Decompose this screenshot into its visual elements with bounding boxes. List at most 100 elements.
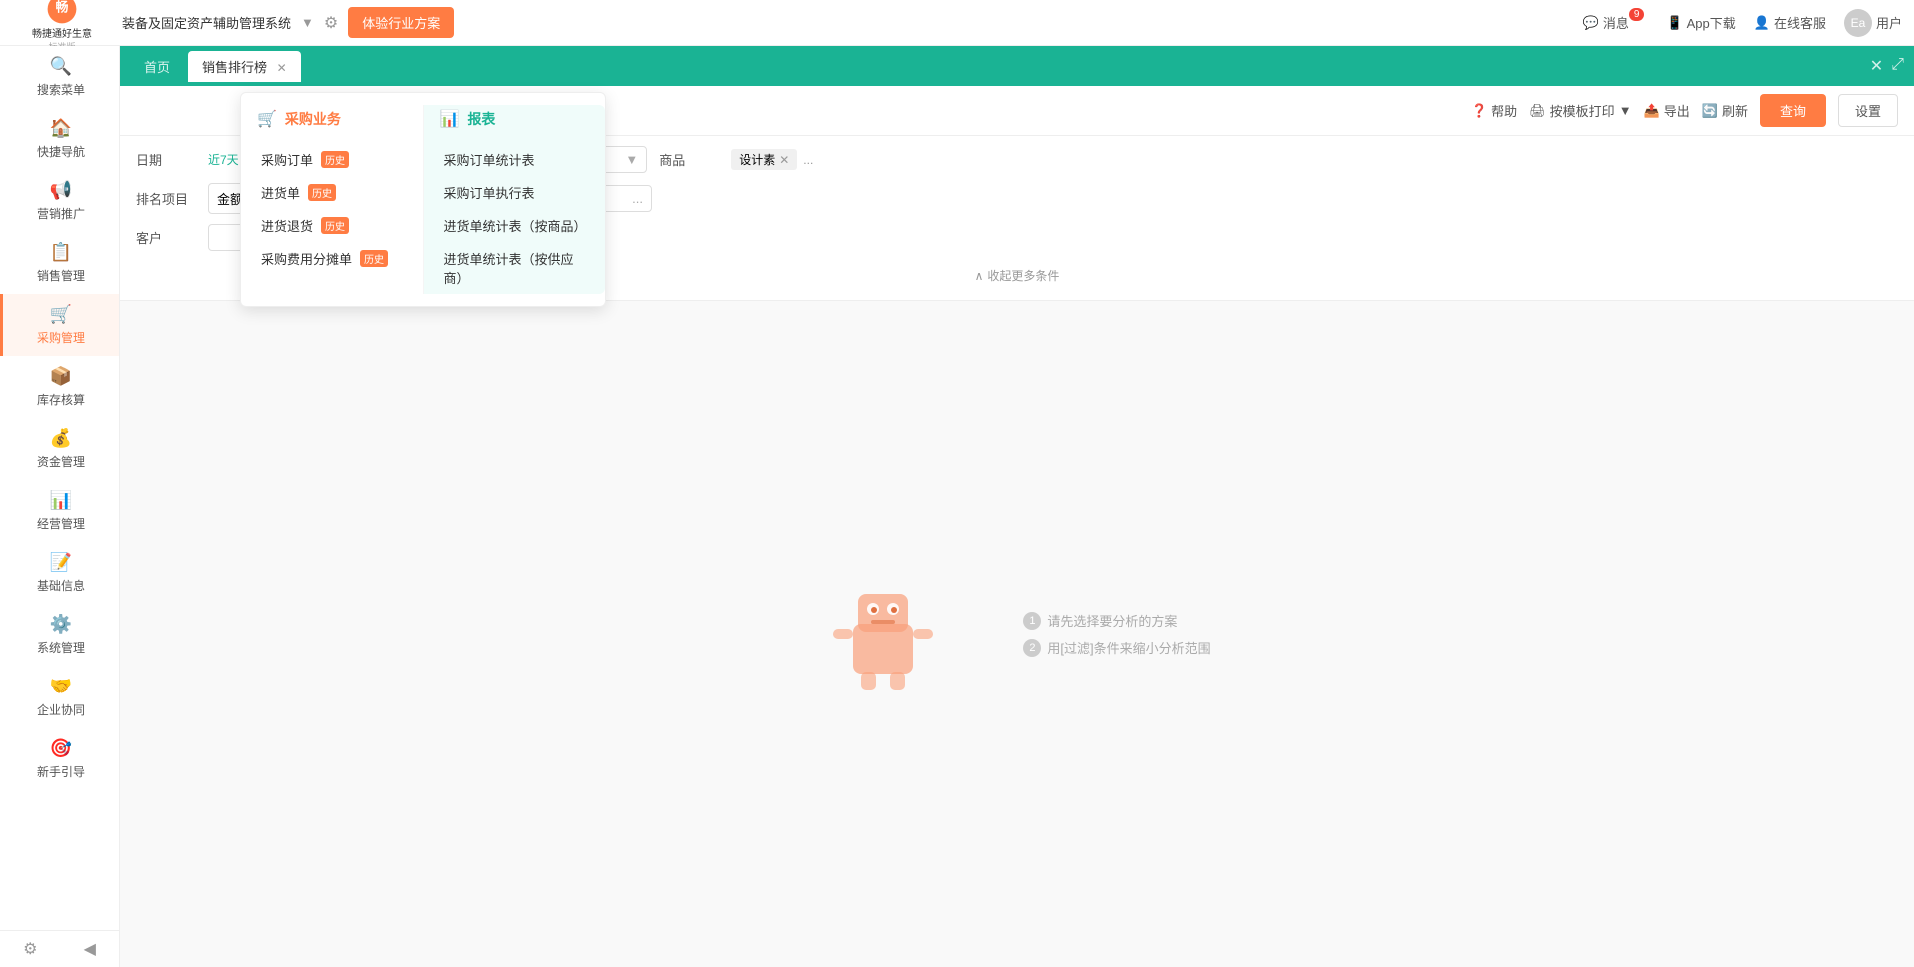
logo-icon: 畅 [46,0,78,25]
main-layout: 🔍 搜索菜单 🏠 快捷导航 📢 营销推广 📋 销售管理 🛒 采购管理 📦 库存核… [0,46,1914,967]
enterprise-icon: 🤝 [50,676,72,697]
tab-sales-rank[interactable]: 销售排行榜 ✕ [188,51,301,82]
toolbar-right: ❓ 帮助 🖨 按模板打印 ▼ 📤 导出 🔄 刷新 查询 设置 [1471,94,1898,127]
sidebar-item-guide[interactable]: 🎯 新手引导 [0,728,119,790]
dropdown-report-title: 📊 报表 [440,105,590,133]
goods-filter-group: 设计素 ✕ ... [731,149,813,170]
tab-maximize-icon[interactable]: ⤢ [1891,56,1904,76]
history-badge-2: 历史 [321,217,349,234]
user-btn[interactable]: Ea 用户 [1844,9,1902,37]
tab-bar-right: ✕ ⤢ [1870,56,1904,76]
sidebar-item-sales[interactable]: 📋 销售管理 [0,232,119,294]
dropdown-item-purchase-order[interactable]: 采购订单 历史 [257,143,407,176]
sidebar-item-basic[interactable]: 📝 基础信息 [0,542,119,604]
header-right: 💬 消息 9 📱 App下载 👤 在线客服 Ea 用户 [1583,9,1902,37]
print-dropdown-icon[interactable]: ▼ [1619,103,1632,118]
sidebar-item-business[interactable]: 📊 经营管理 [0,480,119,542]
sidebar-label-basic: 基础信息 [37,577,85,594]
sidebar-label-guide: 新手引导 [37,763,85,780]
dropdown-item-purchase-return[interactable]: 进货退货 历史 [257,209,407,242]
system-dropdown-icon[interactable]: ▼ [301,15,314,30]
sidebar: 🔍 搜索菜单 🏠 快捷导航 📢 营销推广 📋 销售管理 🛒 采购管理 📦 库存核… [0,46,120,967]
report-title-label: 报表 [467,109,495,129]
dropdown-menu: 🛒 采购业务 采购订单 历史 进货单 历史 进货退货 历史 [240,92,606,307]
goods-tag-close-icon[interactable]: ✕ [779,153,789,167]
report-title-icon: 📊 [440,109,460,129]
dropdown-item-report-3[interactable]: 进货单统计表（按供应商） [440,242,590,294]
sidebar-collapse-btn[interactable]: ◀ [84,939,96,959]
content-area: 首页 销售排行榜 ✕ ✕ ⤢ ❓ 帮助 🖨 按模板打印 ▼ [120,46,1914,967]
sidebar-label-business: 经营管理 [37,515,85,532]
app-download-label: App下载 [1687,13,1736,32]
system-title: 装备及固定资产辅助管理系统 [122,13,291,32]
tab-bar: 首页 销售排行榜 ✕ ✕ ⤢ [120,46,1914,86]
sidebar-item-marketing[interactable]: 📢 营销推广 [0,170,119,232]
collapse-up-icon: ∧ [975,269,984,283]
sidebar-label-system: 系统管理 [37,639,85,656]
main-content: 1 请先选择要分析的方案 2 用[过滤]条件来缩小分析范围 [120,301,1914,967]
logo-text: 畅捷通好生意 [32,25,92,40]
help-btn[interactable]: ❓ 帮助 [1471,101,1517,120]
tab-sales-rank-label: 销售排行榜 [202,60,267,75]
sidebar-item-search[interactable]: 🔍 搜索菜单 [0,46,119,108]
dropdown-item-purchase-in[interactable]: 进货单 历史 [257,176,407,209]
date-label: 日期 [136,150,196,169]
empty-hint-2-text: 用[过滤]条件来缩小分析范围 [1047,638,1210,657]
tab-close-window-icon[interactable]: ✕ [1870,56,1883,76]
sidebar-settings-btn[interactable]: ⚙ [23,939,37,959]
empty-hint-1-text: 请先选择要分析的方案 [1047,611,1177,630]
sidebar-bottom: ⚙ ◀ [0,930,119,967]
sidebar-item-enterprise[interactable]: 🤝 企业协同 [0,666,119,728]
refresh-btn[interactable]: 🔄 刷新 [1702,101,1748,120]
export-btn[interactable]: 📤 导出 [1644,101,1690,120]
purchase-expense-label: 采购费用分摊单 [261,249,352,268]
export-icon: 📤 [1644,103,1660,119]
app-download-btn[interactable]: 📱 App下载 [1666,13,1735,32]
messages-label: 消息 [1603,13,1629,32]
report-1-label: 采购订单执行表 [444,183,535,202]
tab-close-btn[interactable]: ✕ [277,61,287,75]
messages-btn[interactable]: 💬 消息 9 [1583,13,1649,32]
purchase-title-label: 采购业务 [285,109,341,129]
sidebar-item-system[interactable]: ⚙️ 系统管理 [0,604,119,666]
empty-hint-1: 1 请先选择要分析的方案 [1023,611,1177,630]
sidebar-item-quick[interactable]: 🏠 快捷导航 [0,108,119,170]
goods-more-dots[interactable]: ... [803,153,813,167]
messages-badge: 9 [1629,8,1645,21]
empty-illustration [823,574,943,694]
print-btn[interactable]: 🖨 按模板打印 ▼ [1529,101,1631,120]
goods-tag: 设计素 ✕ [731,149,797,170]
industry-btn[interactable]: 体验行业方案 [348,7,454,38]
goods-tag-value: 设计素 [739,151,775,168]
sidebar-label-quick: 快捷导航 [37,143,85,160]
sidebar-label-sales: 销售管理 [37,267,85,284]
search-icon: 🔍 [50,56,72,77]
dropdown-item-purchase-expense[interactable]: 采购费用分摊单 历史 [257,242,407,275]
sidebar-label-enterprise: 企业协同 [37,701,85,718]
dropdown-item-report-1[interactable]: 采购订单执行表 [440,176,590,209]
query-btn[interactable]: 查询 [1760,94,1826,127]
export-label: 导出 [1664,101,1690,120]
sidebar-label-search: 搜索菜单 [37,81,85,98]
sidebar-item-finance[interactable]: 💰 资金管理 [0,418,119,480]
purchase-in-label: 进货单 [261,183,300,202]
online-service-btn[interactable]: 👤 在线客服 [1754,13,1826,32]
online-service-label: 在线客服 [1774,13,1826,32]
sidebar-item-purchase[interactable]: 🛒 采购管理 [0,294,119,356]
dropdown-item-report-0[interactable]: 采购订单统计表 [440,143,590,176]
user-label: 用户 [1876,13,1902,32]
dropdown-purchase-title: 🛒 采购业务 [257,105,407,133]
sidebar-item-inventory[interactable]: 📦 库存核算 [0,356,119,418]
user-avatar: Ea [1844,9,1872,37]
header-gear-icon[interactable]: ⚙ [324,13,338,33]
empty-hint-1-num: 1 [1023,612,1041,630]
report-3-label: 进货单统计表（按供应商） [444,249,586,287]
dropdown-overlay: 🛒 采购业务 采购订单 历史 进货单 历史 进货退货 历史 [240,92,606,307]
settings-btn[interactable]: 设置 [1838,94,1898,127]
tab-home[interactable]: 首页 [130,51,184,82]
top-header: 畅 畅捷通好生意 标准版 装备及固定资产辅助管理系统 ▼ ⚙ 体验行业方案 💬 … [0,0,1914,46]
report-0-label: 采购订单统计表 [444,150,535,169]
date-shortcut-7days[interactable]: 近7天 [208,151,239,168]
dropdown-item-report-2[interactable]: 进货单统计表（按商品） [440,209,590,242]
customer-label: 客户 [136,228,196,247]
